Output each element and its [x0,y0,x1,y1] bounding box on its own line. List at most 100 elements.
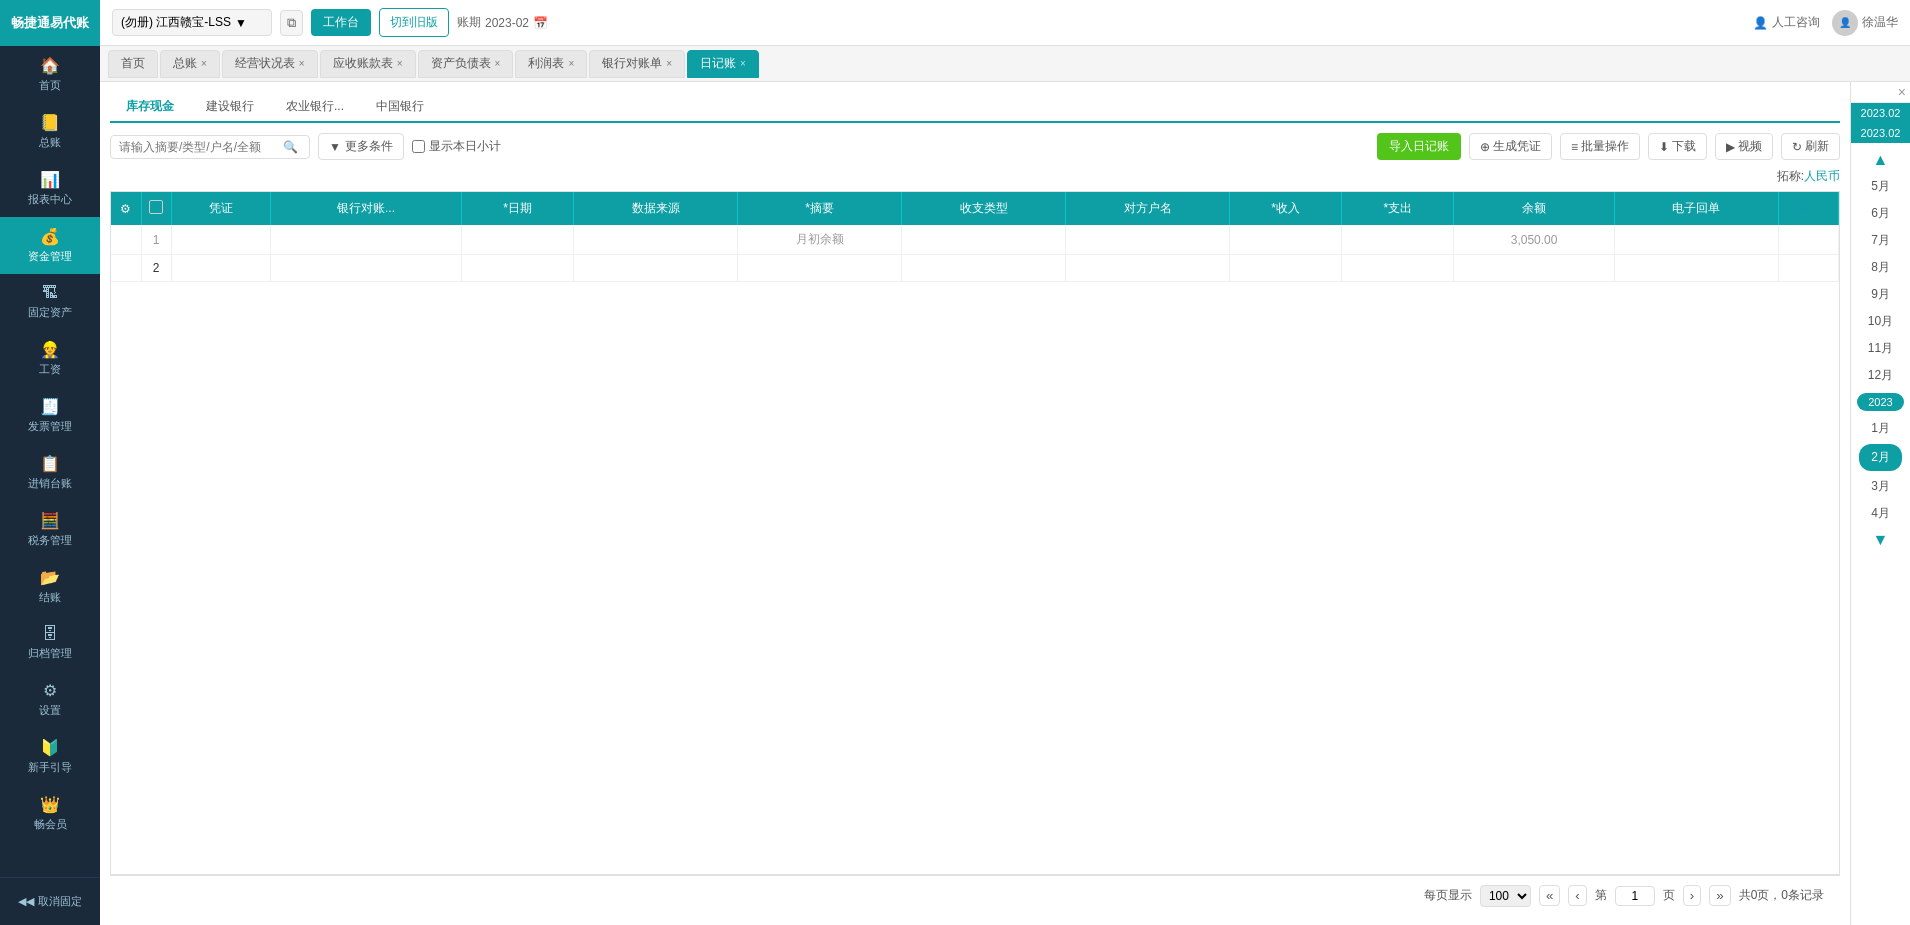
nav-up-icon[interactable]: ▲ [1873,151,1889,169]
close-icon[interactable]: × [568,58,574,69]
col-check[interactable] [141,192,171,225]
workbench-button[interactable]: 工作台 [311,9,371,36]
funds-icon: 💰 [40,227,60,246]
close-icon[interactable]: × [299,58,305,69]
month-item-5[interactable]: 5月 [1851,173,1910,200]
tab-ar[interactable]: 应收账款表 × [320,50,416,78]
video-button[interactable]: ▶ 视频 [1715,133,1773,160]
first-page-button[interactable]: « [1539,885,1560,906]
sidebar-item-guide[interactable]: 🔰 新手引导 [0,728,100,785]
generate-voucher-button[interactable]: ⊕ 生成凭证 [1469,133,1552,160]
month-item-7[interactable]: 7月 [1851,227,1910,254]
last-page-button[interactable]: » [1709,885,1730,906]
month-item-1[interactable]: 1月 [1851,415,1910,442]
cell-income-type [902,255,1066,282]
search-icon[interactable]: 🔍 [283,140,298,154]
sidebar-item-settings[interactable]: ⚙ 设置 [0,671,100,728]
sidebar-item-reports[interactable]: 📊 报表中心 [0,160,100,217]
currency-value[interactable]: 人民币 [1804,168,1840,185]
topbar: (勿册) 江西赣宝-LSS ▼ ⧉ 工作台 切到旧版 账期 2023-02 📅 … [100,0,1910,46]
month-item-10[interactable]: 10月 [1851,308,1910,335]
sidebar-item-home[interactable]: 🏠 首页 [0,46,100,103]
date-panel-nav-up: ▲ [1851,147,1910,173]
close-icon[interactable]: × [740,58,746,69]
batch-op-button[interactable]: ≡ 批量操作 [1560,133,1640,160]
close-icon[interactable]: × [201,58,207,69]
next-page-button[interactable]: › [1683,885,1701,906]
sub-tab-cash[interactable]: 库存现金 [110,92,190,123]
company-name: (勿册) 江西赣宝-LSS [121,14,231,31]
month-item-9[interactable]: 9月 [1851,281,1910,308]
month-item-2-active[interactable]: 2月 [1859,444,1902,471]
tab-profit[interactable]: 利润表 × [515,50,587,78]
filter-button[interactable]: ▼ 更多条件 [318,133,404,160]
cell-source [574,255,738,282]
sidebar-item-vip[interactable]: 👑 畅会员 [0,785,100,842]
select-all-checkbox[interactable] [149,200,163,214]
close-icon[interactable]: × [666,58,672,69]
sidebar-item-close-books[interactable]: 📂 结账 [0,558,100,615]
filter-icon: ▼ [329,140,341,154]
search-input[interactable] [119,140,279,154]
sidebar-item-sales[interactable]: 📋 进销台账 [0,444,100,501]
date-panel-nav-down: ▼ [1851,527,1910,553]
per-page-select[interactable]: 100 50 200 [1480,885,1531,907]
date-panel-close-button[interactable]: × [1851,82,1910,103]
copy-button[interactable]: ⧉ [280,10,303,36]
content-area: 库存现金 建设银行 农业银行... 中国银行 🔍 ▼ 更多条件 显示本日小计 [100,82,1910,925]
app-logo: 畅捷通易代账 [0,0,100,46]
cell-balance [1454,255,1615,282]
tab-bank-statement[interactable]: 银行对账单 × [589,50,685,78]
tab-home[interactable]: 首页 [108,50,158,78]
show-daily-subtotal-checkbox[interactable]: 显示本日小计 [412,138,501,155]
cell-date [461,225,573,255]
company-selector[interactable]: (勿册) 江西赣宝-LSS ▼ [112,9,272,36]
sidebar-item-payroll[interactable]: 👷 工资 [0,330,100,387]
col-source: 数据来源 [574,192,738,225]
month-item-11[interactable]: 11月 [1851,335,1910,362]
refresh-button[interactable]: ↻ 刷新 [1781,133,1840,160]
unfix-button[interactable]: ◀◀ 取消固定 [4,888,96,915]
sub-tab-agricultural-bank[interactable]: 农业银行... [270,92,360,123]
prev-page-button[interactable]: ‹ [1568,885,1586,906]
sidebar-bottom: ◀◀ 取消固定 [0,877,100,925]
month-item-12[interactable]: 12月 [1851,362,1910,389]
tab-balance-sheet[interactable]: 资产负债表 × [418,50,514,78]
sidebar-item-invoice[interactable]: 🧾 发票管理 [0,387,100,444]
close-icon[interactable]: × [495,58,501,69]
col-settings[interactable]: ⚙ [111,192,141,225]
date-panel-header-top[interactable]: 2023.02 [1851,103,1910,123]
sidebar-item-funds[interactable]: 💰 资金管理 [0,217,100,274]
archive-icon: 🗄 [42,625,58,643]
tab-management-report[interactable]: 经营状况表 × [222,50,318,78]
period-label: 账期 2023-02 📅 [457,14,548,31]
month-item-3[interactable]: 3月 [1851,473,1910,500]
sidebar-item-ledger[interactable]: 📒 总账 [0,103,100,160]
sidebar-item-label: 畅会员 [34,817,67,832]
month-item-6[interactable]: 6月 [1851,200,1910,227]
download-button[interactable]: ⬇ 下载 [1648,133,1707,160]
support-link[interactable]: 👤 人工咨询 [1753,14,1820,31]
switch-version-button[interactable]: 切到旧版 [379,8,449,37]
sidebar-item-archive[interactable]: 🗄 归档管理 [0,615,100,671]
sub-tab-china-bank[interactable]: 中国银行 [360,92,440,123]
tab-ledger[interactable]: 总账 × [160,50,220,78]
cell-settings [111,255,141,282]
daily-subtotal-input[interactable] [412,140,425,153]
date-panel-header-bottom[interactable]: 2023.02 [1851,123,1910,143]
cell-action [1779,255,1839,282]
close-icon[interactable]: × [397,58,403,69]
cell-source [574,225,738,255]
sidebar-item-tax[interactable]: 🧮 税务管理 [0,501,100,558]
sidebar-item-assets[interactable]: 🏗 固定资产 [0,274,100,330]
tab-journal[interactable]: 日记账 × [687,50,759,78]
calendar-icon[interactable]: 📅 [533,16,548,30]
sub-tab-construction-bank[interactable]: 建设银行 [190,92,270,123]
user-profile[interactable]: 👤 徐温华 [1832,10,1898,36]
month-item-8[interactable]: 8月 [1851,254,1910,281]
month-item-4[interactable]: 4月 [1851,500,1910,527]
nav-down-icon[interactable]: ▼ [1873,531,1889,549]
import-journal-button[interactable]: 导入日记账 [1377,133,1461,160]
total-pages-suffix: 页 [1663,887,1675,904]
page-number-input[interactable] [1615,886,1655,906]
